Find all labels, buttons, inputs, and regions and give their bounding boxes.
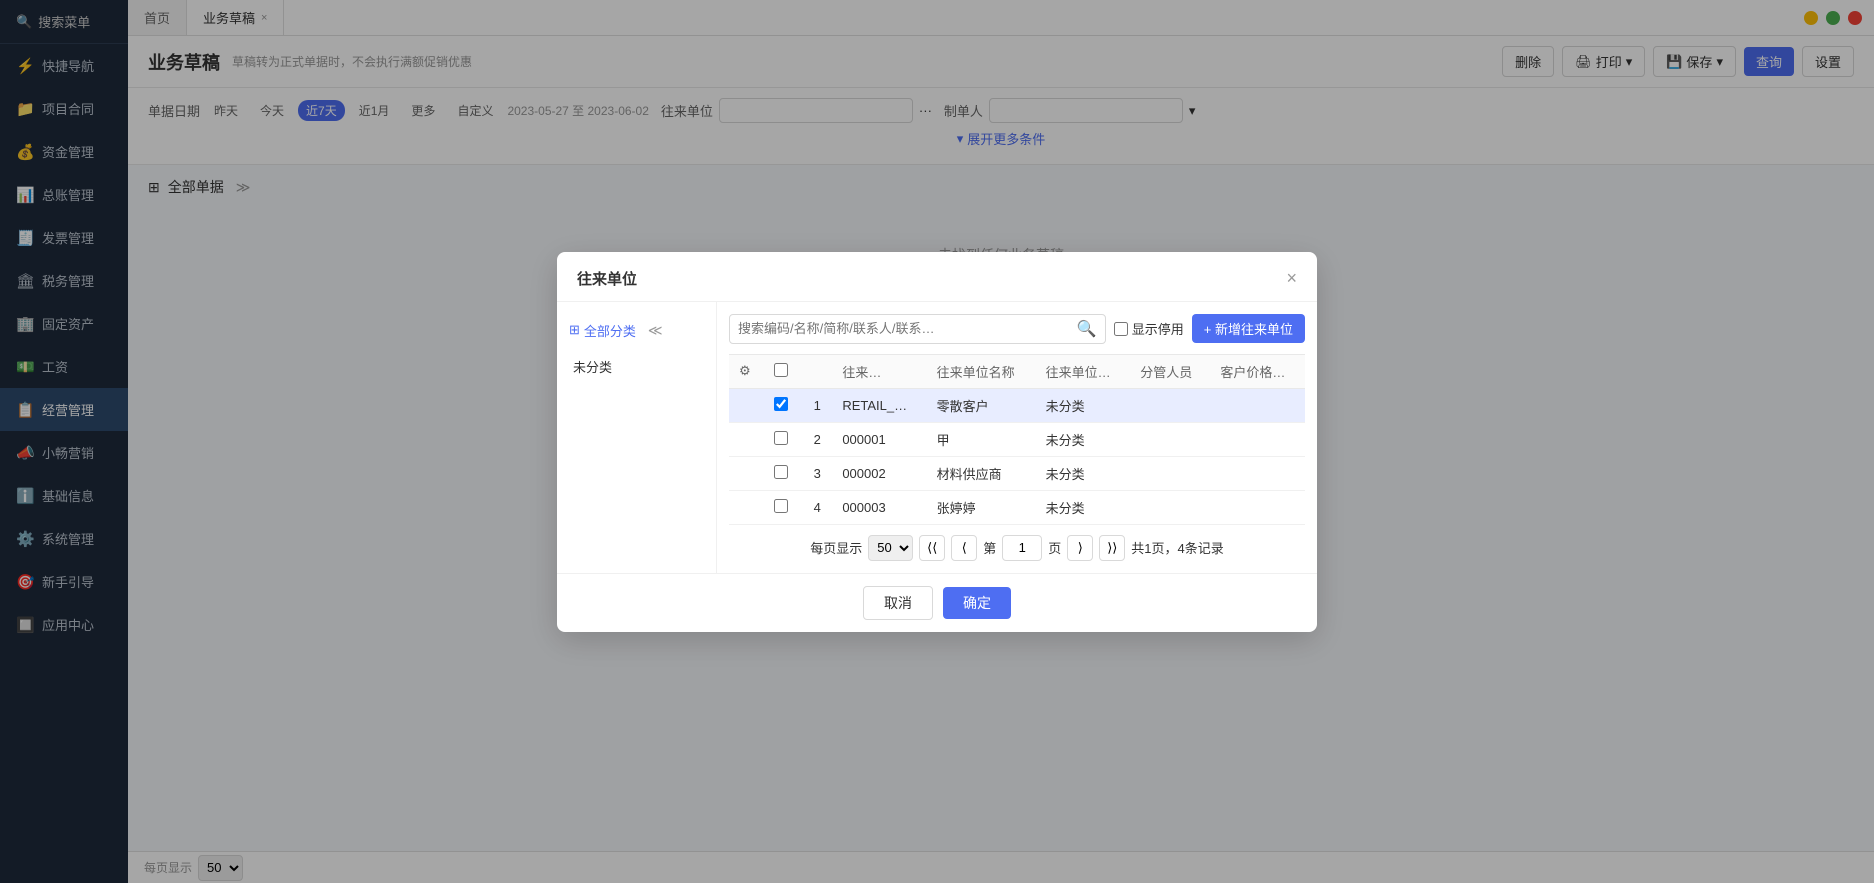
tree-header-label: 全部分类 — [584, 321, 636, 340]
total-label: 共1页，4条记录 — [1131, 538, 1223, 557]
row-code: 000003 — [832, 490, 926, 524]
tree-header: ⊞ 全部分类 ≪ — [557, 314, 716, 351]
row-name: 零散客户 — [927, 388, 1036, 422]
table-row[interactable]: 3 000002 材料供应商 未分类 — [729, 456, 1305, 490]
dialog-title: 往来单位 — [577, 268, 637, 289]
table-row[interactable]: 1 RETAIL_… 零散客户 未分类 — [729, 388, 1305, 422]
row-check[interactable] — [764, 422, 802, 456]
partner-table: ⚙ 往来… 往来单位名称 往来单位… — [729, 354, 1305, 525]
row-num: 4 — [802, 490, 832, 524]
col-check — [764, 354, 802, 388]
row-salesperson — [1130, 456, 1210, 490]
first-page-button[interactable]: ⟨⟨ — [919, 535, 945, 561]
partner-dialog: 往来单位 × ⊞ 全部分类 ≪ 未分类 🔍 显示停用 — [557, 252, 1317, 632]
select-all-checkbox[interactable] — [774, 363, 788, 377]
row-num: 3 — [802, 456, 832, 490]
row-price-level — [1210, 490, 1305, 524]
per-page-select[interactable]: 50 — [868, 535, 913, 561]
table-row[interactable]: 4 000003 张婷婷 未分类 — [729, 490, 1305, 524]
table-body: 1 RETAIL_… 零散客户 未分类 2 000001 甲 未分类 3 000… — [729, 388, 1305, 524]
prev-page-button[interactable]: ⟨ — [951, 535, 977, 561]
page-suffix-label: 页 — [1048, 538, 1061, 557]
row-check[interactable] — [764, 456, 802, 490]
row-code: 000001 — [832, 422, 926, 456]
row-category: 未分类 — [1036, 490, 1131, 524]
row-code: RETAIL_… — [832, 388, 926, 422]
tree-collapse-button[interactable]: ≪ — [640, 318, 671, 343]
table-header-row: ⚙ 往来… 往来单位名称 往来单位… — [729, 354, 1305, 388]
confirm-button[interactable]: 确定 — [943, 587, 1011, 619]
last-page-button[interactable]: ⟩⟩ — [1099, 535, 1125, 561]
row-salesperson — [1130, 388, 1210, 422]
row-settings — [729, 490, 764, 524]
row-num: 2 — [802, 422, 832, 456]
dialog-footer: 取消 确定 — [557, 573, 1317, 632]
row-price-level — [1210, 422, 1305, 456]
row-num: 1 — [802, 388, 832, 422]
table-panel: 🔍 显示停用 + 新增往来单位 ⚙ 往来 — [717, 302, 1317, 573]
row-settings — [729, 422, 764, 456]
tree-item-label: 未分类 — [573, 360, 612, 375]
col-settings: ⚙ — [729, 354, 764, 388]
search-bar: 🔍 显示停用 + 新增往来单位 — [729, 314, 1305, 344]
row-check[interactable] — [764, 388, 802, 422]
table-row[interactable]: 2 000001 甲 未分类 — [729, 422, 1305, 456]
row-check[interactable] — [764, 490, 802, 524]
row-category: 未分类 — [1036, 456, 1131, 490]
dialog-header: 往来单位 × — [557, 252, 1317, 302]
col-salesperson: 分管人员 — [1130, 354, 1210, 388]
col-code: 往来… — [832, 354, 926, 388]
row-settings — [729, 456, 764, 490]
row-salesperson — [1130, 422, 1210, 456]
show-disabled-label[interactable]: 显示停用 — [1114, 319, 1184, 338]
row-price-level — [1210, 388, 1305, 422]
col-name: 往来单位名称 — [927, 354, 1036, 388]
col-num — [802, 354, 832, 388]
show-disabled-checkbox[interactable] — [1114, 322, 1128, 336]
tree-item-uncategorized[interactable]: 未分类 — [557, 351, 716, 382]
row-name: 材料供应商 — [927, 456, 1036, 490]
search-input[interactable] — [738, 321, 1073, 336]
pagination: 每页显示 50 ⟨⟨ ⟨ 第 页 ⟩ ⟩⟩ 共1页，4条记录 — [729, 525, 1305, 561]
tree-panel: ⊞ 全部分类 ≪ 未分类 — [557, 302, 717, 573]
col-price-level: 客户价格… — [1210, 354, 1305, 388]
add-partner-button[interactable]: + 新增往来单位 — [1192, 314, 1305, 343]
row-name: 张婷婷 — [927, 490, 1036, 524]
cancel-button[interactable]: 取消 — [863, 586, 933, 620]
row-salesperson — [1130, 490, 1210, 524]
dialog-body: ⊞ 全部分类 ≪ 未分类 🔍 显示停用 + 新增往来单位 — [557, 302, 1317, 573]
page-label: 第 — [983, 538, 996, 557]
search-input-wrap: 🔍 — [729, 314, 1106, 344]
row-price-level — [1210, 456, 1305, 490]
search-icon: 🔍 — [1077, 319, 1097, 339]
row-category: 未分类 — [1036, 388, 1131, 422]
page-input[interactable] — [1002, 535, 1042, 561]
col-category: 往来单位… — [1036, 354, 1131, 388]
per-page-label: 每页显示 — [810, 538, 862, 557]
row-category: 未分类 — [1036, 422, 1131, 456]
row-code: 000002 — [832, 456, 926, 490]
grid-icon: ⊞ — [569, 322, 580, 338]
row-settings — [729, 388, 764, 422]
next-page-button[interactable]: ⟩ — [1067, 535, 1093, 561]
row-name: 甲 — [927, 422, 1036, 456]
dialog-close-button[interactable]: × — [1286, 268, 1297, 289]
table-scroll: ⚙ 往来… 往来单位名称 往来单位… — [729, 354, 1305, 525]
